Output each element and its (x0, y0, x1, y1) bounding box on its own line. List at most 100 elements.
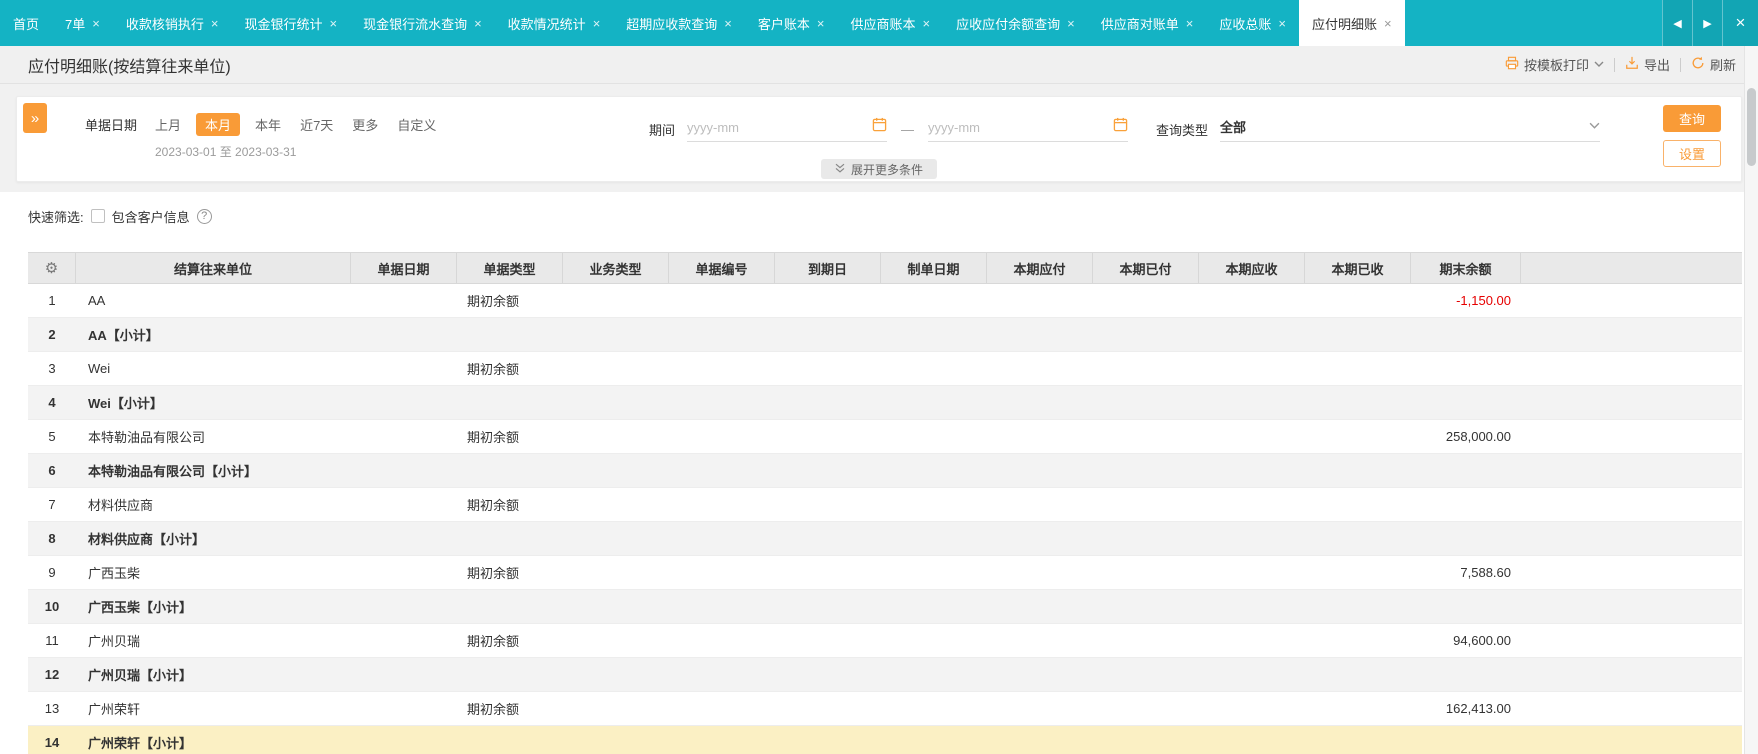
table-row[interactable]: 6 本特勒油品有限公司【小计】 (28, 454, 1742, 488)
due-date-cell (775, 284, 881, 317)
tab[interactable]: 供应商对账单 × (1088, 0, 1207, 46)
column-settings-gear-icon[interactable]: ⚙ (28, 253, 76, 283)
date-range-option[interactable]: 本年 (251, 113, 285, 136)
tab[interactable]: 7单 × (52, 0, 113, 46)
tab[interactable]: 首页 (0, 0, 52, 46)
date-range-option[interactable]: 近7天 (296, 113, 337, 136)
tab[interactable]: 现金银行统计 × (231, 0, 350, 46)
tab-scroll-left-button[interactable]: ◀ (1662, 0, 1692, 46)
date-range-option[interactable]: 自定义 (393, 113, 440, 136)
tab-close-icon[interactable]: × (923, 16, 931, 31)
due-date-cell (775, 624, 881, 657)
include-customer-checkbox[interactable] (90, 209, 105, 223)
tab[interactable]: 收款情况统计 × (495, 0, 614, 46)
table-row[interactable]: 9 广西玉柴 期初余额 7,588.60 (28, 556, 1742, 590)
tab-scroll-right-button[interactable]: ▶ (1692, 0, 1722, 46)
due-date-cell (775, 352, 881, 385)
tabs-close-button[interactable]: × (1722, 0, 1758, 46)
tab[interactable]: 应收应付余额查询 × (943, 0, 1088, 46)
table-row[interactable]: 1 AA 期初余额 -1,150.00 (28, 284, 1742, 318)
tab-close-icon[interactable]: × (724, 16, 732, 31)
tab-close-icon[interactable]: × (1067, 16, 1075, 31)
table-row[interactable]: 2 AA【小计】 (28, 318, 1742, 352)
search-button[interactable]: 查询 (1663, 105, 1721, 132)
tab[interactable]: 收款核销执行 × (113, 0, 232, 46)
doc-no-cell (669, 726, 775, 754)
date-range-option[interactable]: 本月 (196, 113, 241, 136)
period-start-input[interactable] (687, 119, 873, 135)
doc-date-cell (351, 352, 457, 385)
row-number-cell: 3 (48, 361, 56, 376)
doc-no-cell (669, 352, 775, 385)
period-end-input[interactable] (928, 119, 1114, 135)
tab-close-icon[interactable]: × (1384, 16, 1392, 31)
table-row[interactable]: 13 广州荣轩 期初余额 162,413.00 (28, 692, 1742, 726)
doc-no-cell (669, 692, 775, 725)
received-cell (1305, 624, 1411, 657)
tab[interactable]: 客户账本 × (745, 0, 838, 46)
date-range-option[interactable]: 上月 (151, 113, 185, 136)
export-button[interactable]: 导出 (1625, 55, 1670, 74)
tab-close-icon[interactable]: × (211, 16, 219, 31)
counterparty-cell: AA【小计】 (88, 328, 159, 343)
table-row[interactable]: 3 Wei 期初余额 (28, 352, 1742, 386)
column-header: 单据日期 (351, 253, 457, 283)
print-by-template-button[interactable]: 按模板打印 (1505, 55, 1604, 74)
biz-type-cell (563, 454, 669, 487)
tab[interactable]: 应付明细账 × (1298, 0, 1405, 46)
data-table: ⚙ 结算往来单位 单据日期 单据类型 业务类型 单据编号 到期日 制单日期 本期应付 本期已付本… (28, 252, 1742, 754)
vertical-scrollbar[interactable] (1744, 46, 1758, 754)
doc-type-cell (457, 522, 563, 555)
column-header: 本期应收 (1199, 253, 1305, 283)
expand-more-button[interactable]: 展开更多条件 (820, 159, 938, 179)
payable-cell (987, 726, 1093, 754)
column-header: 单据编号 (669, 253, 775, 283)
paid-cell (1093, 624, 1199, 657)
scrollbar-thumb[interactable] (1747, 88, 1756, 166)
tab-close-icon[interactable]: × (329, 16, 337, 31)
table-row[interactable]: 4 Wei【小计】 (28, 386, 1742, 420)
table-row[interactable]: 14 广州荣轩【小计】 (28, 726, 1742, 754)
tab-close-icon[interactable]: × (92, 16, 100, 31)
tab[interactable]: 供应商账本 × (838, 0, 944, 46)
row-number-cell: 5 (48, 429, 56, 444)
date-range-option[interactable]: 更多 (348, 113, 382, 136)
biz-type-cell (563, 624, 669, 657)
table-row[interactable]: 7 材料供应商 期初余额 (28, 488, 1742, 522)
doc-type-cell (457, 386, 563, 419)
column-header: 本期已付 (1093, 253, 1199, 283)
payable-cell (987, 522, 1093, 555)
receivable-cell (1199, 726, 1305, 754)
expand-sidebar-button[interactable]: » (23, 103, 47, 133)
filler-cell (1521, 556, 1742, 589)
query-type-filter: 查询类型 全部 (1156, 117, 1601, 142)
biz-type-cell (563, 352, 669, 385)
table-row[interactable]: 8 材料供应商【小计】 (28, 522, 1742, 556)
tab-close-icon[interactable]: × (1278, 16, 1286, 31)
query-type-select[interactable]: 全部 (1220, 117, 1601, 142)
doc-no-cell (669, 284, 775, 317)
row-number-cell: 11 (45, 633, 59, 648)
page-title: 应付明细账(按结算往来单位) (28, 58, 231, 76)
tab[interactable]: 现金银行流水查询 × (350, 0, 495, 46)
calendar-icon[interactable] (872, 117, 887, 137)
tab[interactable]: 超期应收款查询 × (613, 0, 745, 46)
tab-close-icon[interactable]: × (817, 16, 825, 31)
tab-close-icon[interactable]: × (593, 16, 601, 31)
filler-cell (1521, 522, 1742, 555)
table-row[interactable]: 5 本特勒油品有限公司 期初余额 258,000.00 (28, 420, 1742, 454)
refresh-button[interactable]: 刷新 (1691, 55, 1736, 74)
tab-close-icon[interactable]: × (474, 16, 482, 31)
tab-close-icon[interactable]: × (1186, 16, 1194, 31)
table-row[interactable]: 10 广西玉柴【小计】 (28, 590, 1742, 624)
create-date-cell (881, 658, 987, 691)
help-icon[interactable]: ? (196, 208, 212, 224)
calendar-icon[interactable] (1113, 117, 1128, 137)
tab[interactable]: 应收总账 × (1206, 0, 1299, 46)
table-row[interactable]: 12 广州贝瑞【小计】 (28, 658, 1742, 692)
paid-cell (1093, 284, 1199, 317)
payable-cell (987, 556, 1093, 589)
received-cell (1305, 352, 1411, 385)
table-row[interactable]: 11 广州贝瑞 期初余额 94,600.00 (28, 624, 1742, 658)
settings-button[interactable]: 设置 (1663, 140, 1721, 167)
